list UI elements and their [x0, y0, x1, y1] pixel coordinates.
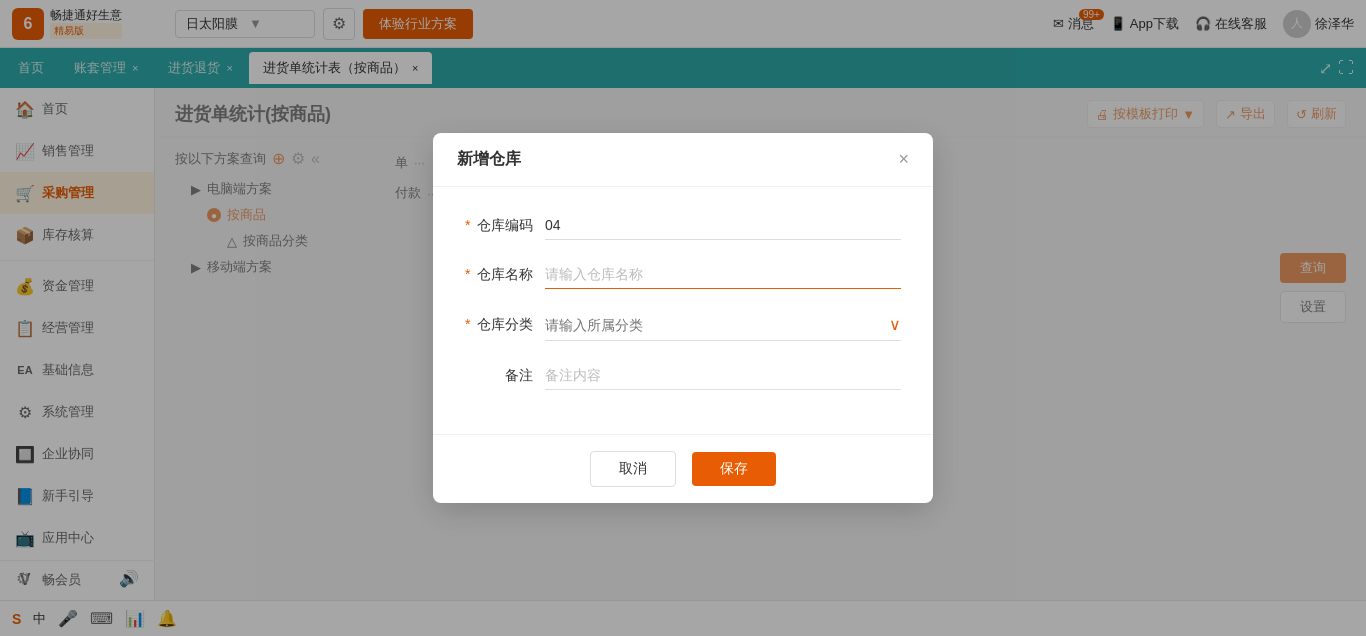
cancel-button[interactable]: 取消 [590, 451, 676, 487]
modal-header: 新增仓库 × [433, 133, 933, 187]
form-row-category: 仓库分类 ∨ [465, 309, 901, 341]
category-label: 仓库分类 [465, 316, 545, 334]
category-input[interactable] [545, 317, 889, 333]
modal-close-button[interactable]: × [898, 149, 909, 170]
modal-body: 仓库编码 仓库名称 仓库分类 ∨ [433, 187, 933, 434]
form-row-code: 仓库编码 [465, 211, 901, 240]
modal-footer: 取消 保存 [433, 434, 933, 503]
save-button[interactable]: 保存 [692, 452, 776, 486]
category-dropdown-icon[interactable]: ∨ [889, 315, 901, 334]
add-warehouse-modal: 新增仓库 × 仓库编码 仓库名称 仓库分类 [433, 133, 933, 503]
name-input[interactable] [545, 260, 901, 289]
category-select-wrap: ∨ [545, 309, 901, 341]
form-row-note: 备注 [465, 361, 901, 390]
modal-title: 新增仓库 [457, 149, 521, 170]
code-label: 仓库编码 [465, 217, 545, 235]
note-label: 备注 [465, 367, 545, 385]
form-row-name: 仓库名称 [465, 260, 901, 289]
note-input[interactable] [545, 361, 901, 390]
code-input[interactable] [545, 211, 901, 240]
name-label: 仓库名称 [465, 266, 545, 284]
modal-overlay: 新增仓库 × 仓库编码 仓库名称 仓库分类 [0, 0, 1366, 636]
